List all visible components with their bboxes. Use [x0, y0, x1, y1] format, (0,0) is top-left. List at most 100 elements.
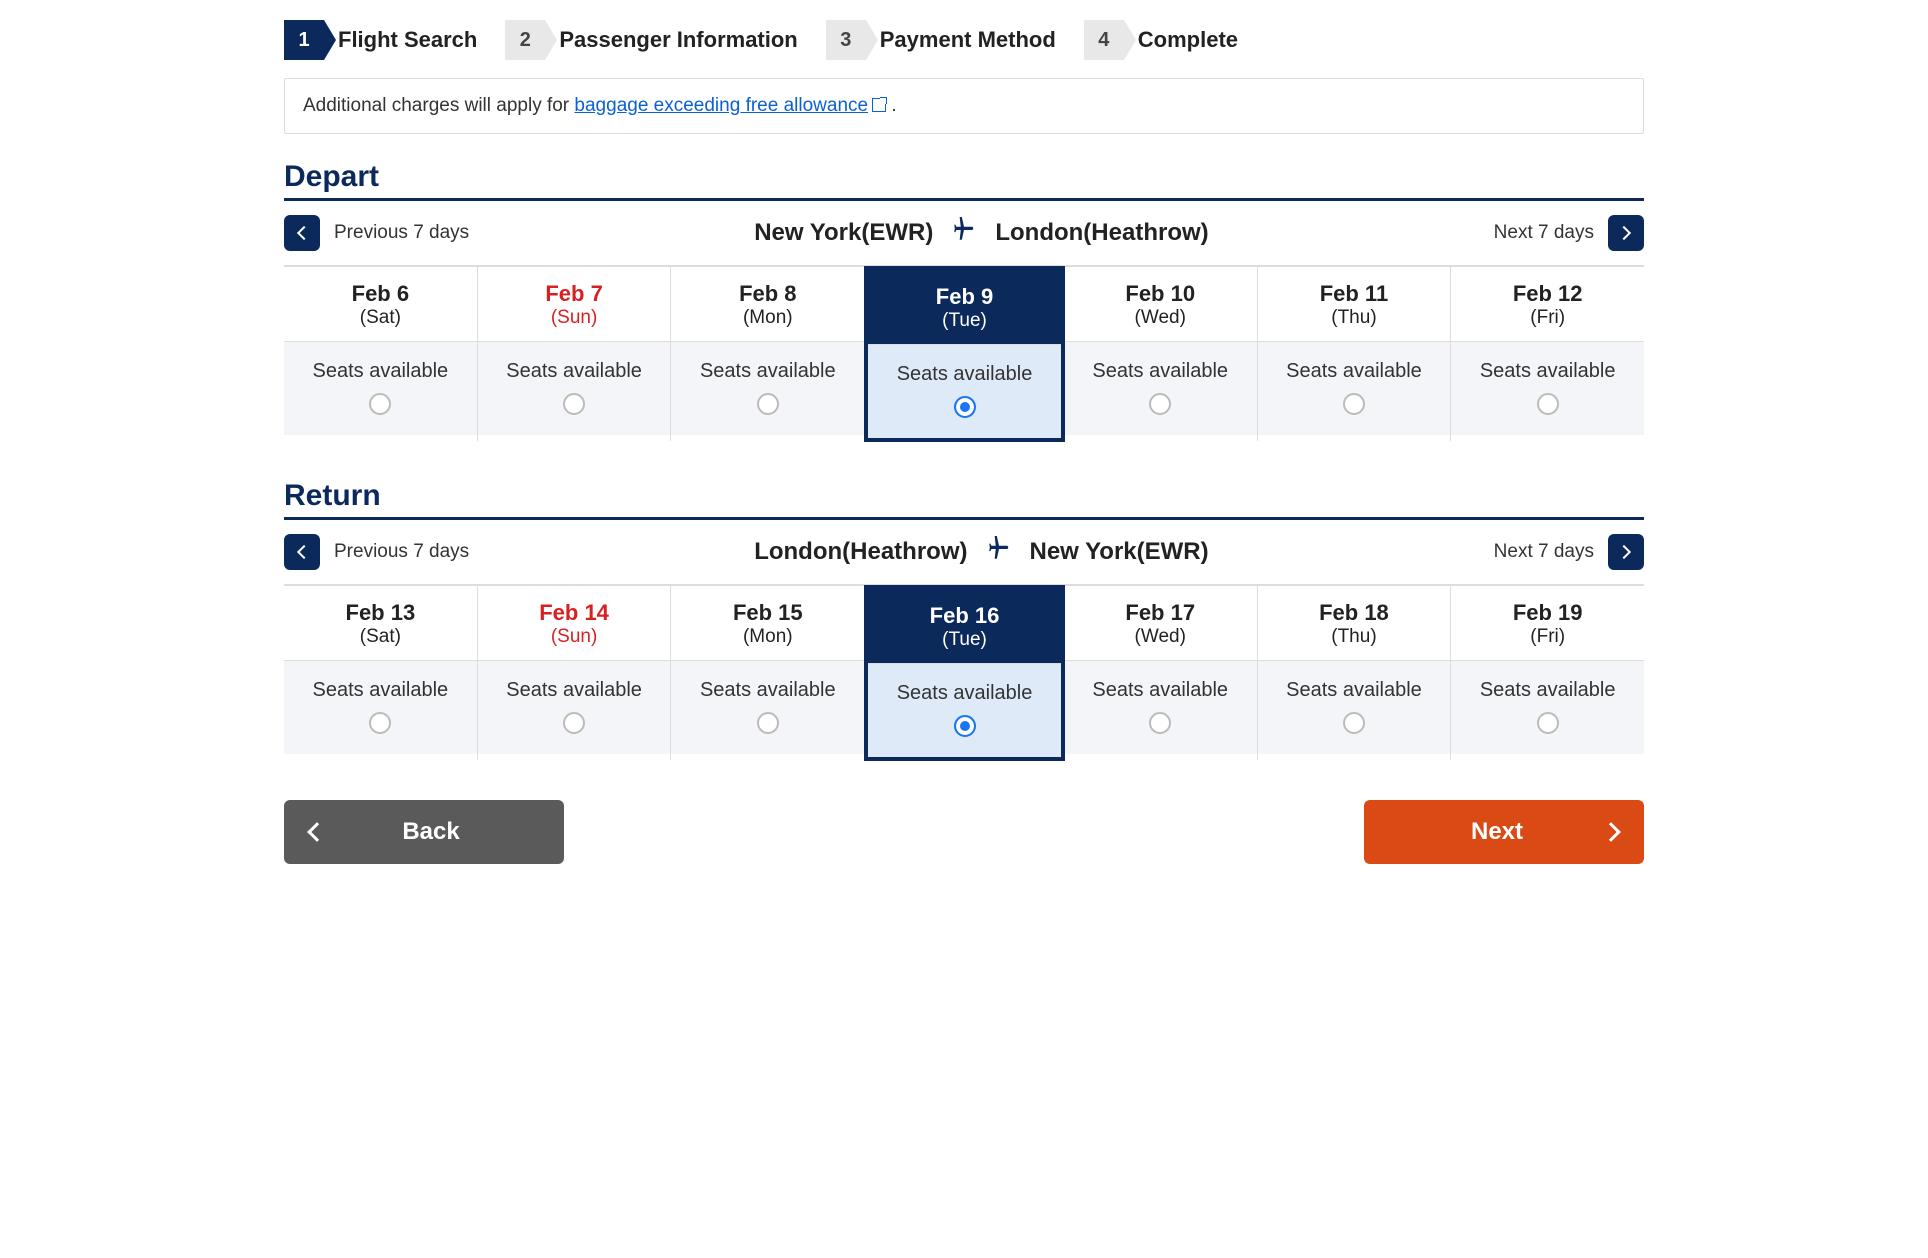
date-header: Feb 12(Fri) — [1451, 267, 1644, 342]
chevron-left-icon — [296, 545, 310, 559]
weekday-value: (Mon) — [677, 626, 858, 648]
return-date-option[interactable]: Feb 19(Fri) Seats available — [1451, 586, 1644, 760]
depart-date-option[interactable]: Feb 10(Wed) Seats available — [1064, 267, 1258, 441]
step-payment-method: 3 Payment Method — [826, 20, 1056, 60]
radio-icon[interactable] — [1343, 393, 1365, 415]
next-days-label: Next 7 days — [1494, 541, 1594, 563]
date-header: Feb 14(Sun) — [478, 586, 671, 661]
depart-from: New York(EWR) — [754, 219, 933, 247]
weekday-value: (Tue) — [874, 310, 1055, 332]
radio-icon[interactable] — [757, 712, 779, 734]
weekday-value: (Sun) — [484, 307, 665, 329]
depart-date-option[interactable]: Feb 7(Sun)Seats available — [478, 267, 672, 441]
date-body: Seats available — [671, 661, 864, 754]
availability-label: Seats available — [1070, 360, 1251, 383]
step-number: 3 — [826, 20, 866, 60]
radio-icon[interactable] — [563, 393, 585, 415]
return-date-option[interactable]: Feb 17(Wed)Seats available — [1064, 586, 1258, 760]
radio-icon[interactable] — [954, 715, 976, 737]
return-to: New York(EWR) — [1030, 538, 1209, 566]
radio-icon[interactable] — [954, 396, 976, 418]
weekday-value: (Thu) — [1264, 626, 1445, 648]
depart-date-grid: Feb 6(Sat)Seats availableFeb 7(Sun)Seats… — [284, 266, 1644, 441]
radio-icon[interactable] — [1537, 393, 1559, 415]
weekday-value: (Tue) — [874, 629, 1055, 651]
date-header: Feb 7(Sun) — [478, 267, 671, 342]
date-header: Feb 15(Mon) — [671, 586, 864, 661]
depart-date-option[interactable]: Feb 6(Sat)Seats available — [284, 267, 478, 441]
return-date-option[interactable]: Feb 16(Tue) Seats available — [864, 585, 1065, 761]
date-body: Seats available — [671, 342, 864, 435]
back-label: Back — [324, 818, 538, 846]
radio-icon[interactable] — [1343, 712, 1365, 734]
date-body: Seats available — [1451, 661, 1644, 754]
availability-label: Seats available — [874, 682, 1055, 705]
availability-label: Seats available — [677, 679, 858, 702]
next-button[interactable]: Next — [1364, 800, 1644, 864]
step-label: Complete — [1138, 27, 1238, 53]
radio-icon[interactable] — [1149, 712, 1171, 734]
baggage-link[interactable]: baggage exceeding free allowance — [574, 95, 886, 116]
date-body: Seats available — [478, 661, 671, 754]
radio-icon[interactable] — [1149, 393, 1171, 415]
availability-label: Seats available — [1457, 679, 1638, 702]
availability-label: Seats available — [874, 363, 1055, 386]
date-value: Feb 14 — [484, 600, 665, 626]
radio-icon[interactable] — [369, 712, 391, 734]
return-date-option[interactable]: Feb 15(Mon) Seats available — [671, 586, 865, 760]
depart-date-option[interactable]: Feb 8(Mon)Seats available — [671, 267, 865, 441]
date-value: Feb 13 — [290, 600, 471, 626]
weekday-value: (Wed) — [1070, 307, 1251, 329]
depart-date-option[interactable]: Feb 11(Thu)Seats available — [1258, 267, 1452, 441]
next-days-label: Next 7 days — [1494, 222, 1594, 244]
return-date-option[interactable]: Feb 18(Thu)Seats available — [1258, 586, 1452, 760]
return-date-option[interactable]: Feb 14(Sun) Seats available — [478, 586, 672, 760]
date-body: Seats available — [478, 342, 671, 435]
date-body: Seats available — [1064, 342, 1257, 435]
date-value: Feb 18 — [1264, 600, 1445, 626]
depart-date-option[interactable]: Feb 9(Tue) Seats available — [864, 266, 1065, 442]
depart-date-option[interactable]: Feb 12(Fri)Seats available — [1451, 267, 1644, 441]
chevron-left-icon — [296, 226, 310, 240]
depart-prev-button[interactable] — [284, 215, 320, 251]
radio-icon[interactable] — [563, 712, 585, 734]
date-header: Feb 10(Wed) — [1064, 267, 1257, 342]
date-header: Feb 11(Thu) — [1258, 267, 1451, 342]
date-body: Seats available — [1451, 342, 1644, 435]
date-value: Feb 11 — [1264, 281, 1445, 307]
weekday-value: (Mon) — [677, 307, 858, 329]
depart-route-bar: Previous 7 days New York(EWR) London(Hea… — [284, 201, 1644, 266]
date-header: Feb 17(Wed) — [1064, 586, 1257, 661]
date-value: Feb 6 — [290, 281, 471, 307]
weekday-value: (Sat) — [290, 626, 471, 648]
date-value: Feb 9 — [874, 284, 1055, 310]
back-button[interactable]: Back — [284, 800, 564, 864]
date-value: Feb 15 — [677, 600, 858, 626]
return-date-option[interactable]: Feb 13(Sat)Seats available — [284, 586, 478, 760]
radio-icon[interactable] — [757, 393, 779, 415]
baggage-notice: Additional charges will apply for baggag… — [284, 78, 1644, 134]
return-section: Return Previous 7 days London(Heathrow) … — [284, 479, 1644, 760]
return-from: London(Heathrow) — [754, 538, 967, 566]
radio-icon[interactable] — [369, 393, 391, 415]
prev-days-label: Previous 7 days — [334, 541, 469, 563]
date-body: Seats available — [1258, 342, 1451, 435]
return-prev-button[interactable] — [284, 534, 320, 570]
availability-label: Seats available — [484, 679, 665, 702]
date-header: Feb 16(Tue) — [868, 589, 1061, 664]
return-next-button[interactable] — [1608, 534, 1644, 570]
date-value: Feb 17 — [1070, 600, 1251, 626]
date-header: Feb 18(Thu) — [1258, 586, 1451, 661]
depart-next-button[interactable] — [1608, 215, 1644, 251]
chevron-right-icon — [1617, 226, 1631, 240]
date-value: Feb 10 — [1070, 281, 1251, 307]
step-label: Payment Method — [880, 27, 1056, 53]
availability-label: Seats available — [677, 360, 858, 383]
weekday-value: (Thu) — [1264, 307, 1445, 329]
date-value: Feb 19 — [1457, 600, 1638, 626]
radio-icon[interactable] — [1537, 712, 1559, 734]
step-label: Passenger Information — [559, 27, 797, 53]
date-header: Feb 19(Fri) — [1451, 586, 1644, 661]
depart-route: New York(EWR) London(Heathrow) — [754, 217, 1208, 250]
date-value: Feb 16 — [874, 603, 1055, 629]
